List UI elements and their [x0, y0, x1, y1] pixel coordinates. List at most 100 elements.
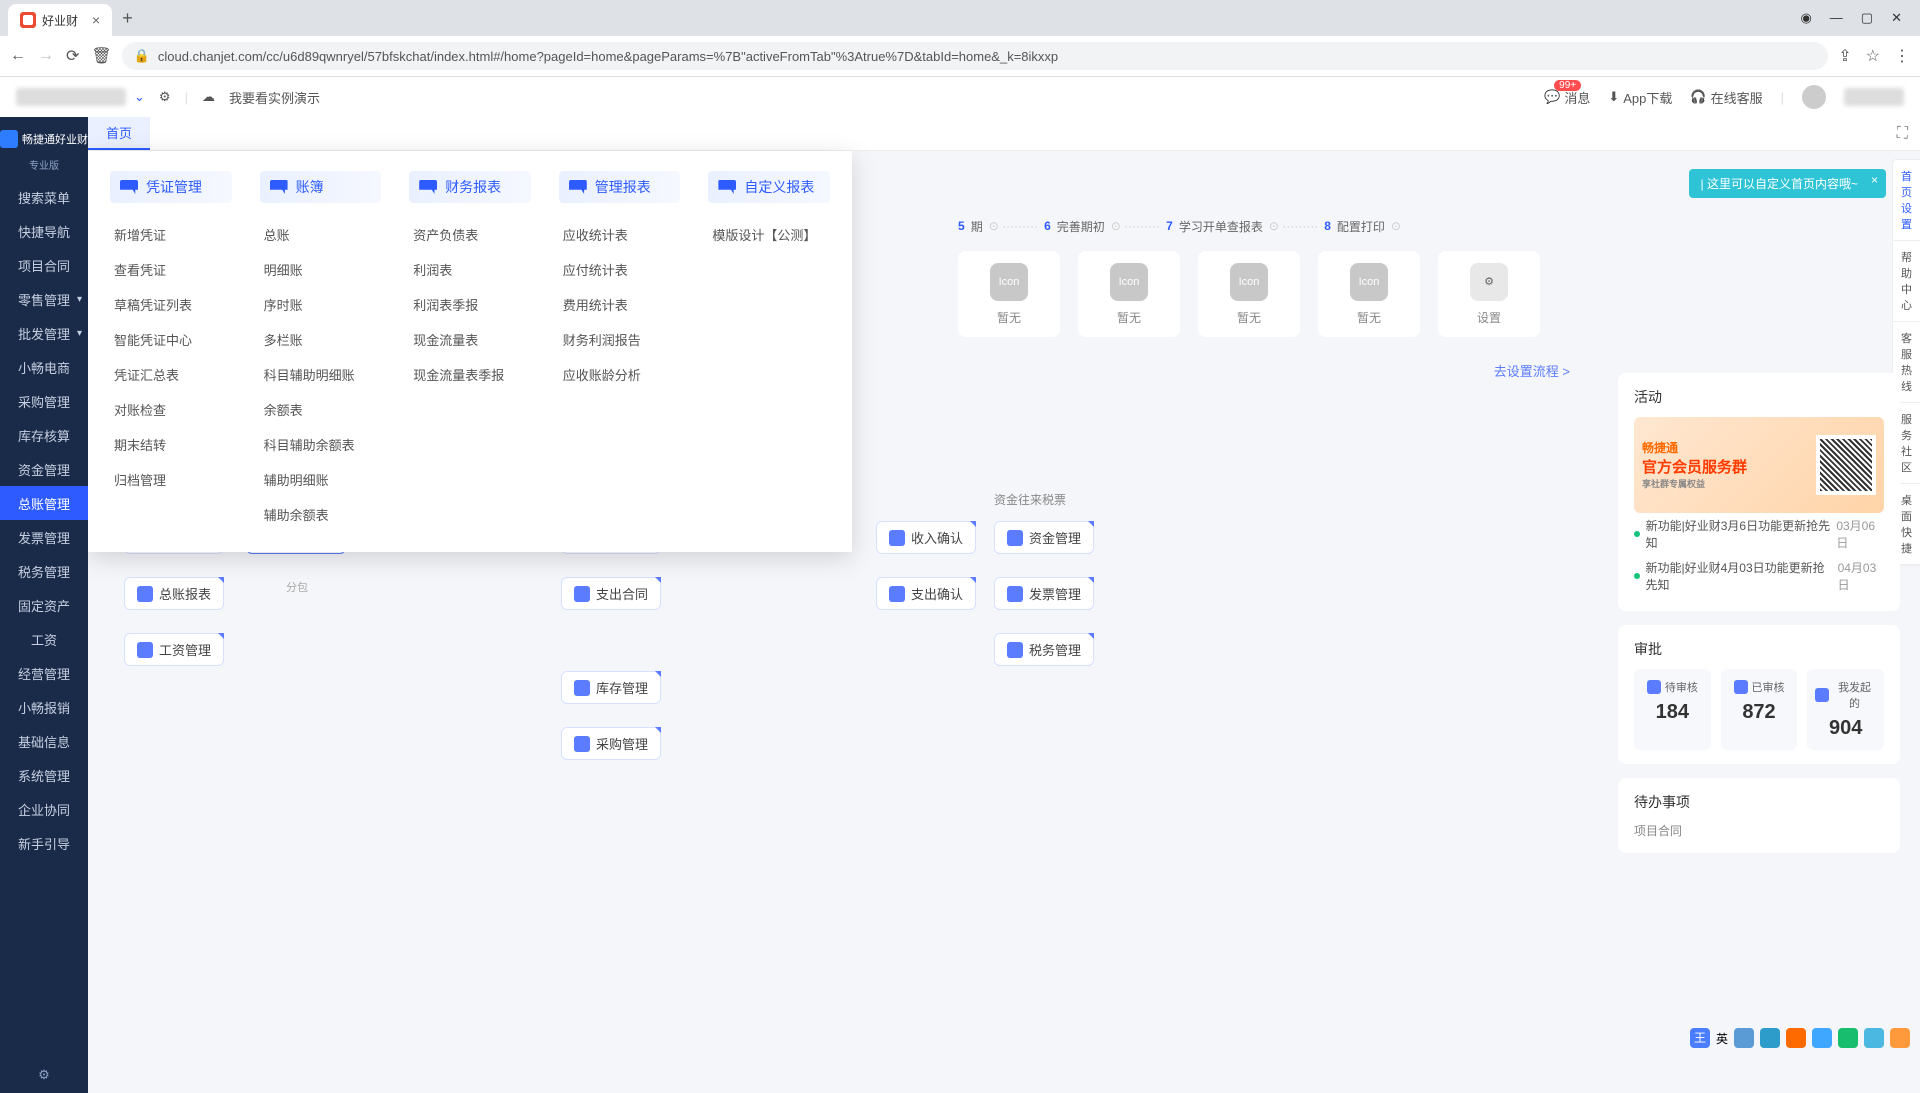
tip-close-icon[interactable]: ×	[1871, 173, 1878, 187]
tb-icon-5[interactable]	[1838, 1028, 1858, 1048]
approve-card[interactable]: 我发起的904	[1807, 669, 1884, 750]
mega-item[interactable]: 期末结转	[110, 427, 232, 462]
reload-icon[interactable]: ⟳	[66, 46, 79, 66]
settings-card[interactable]: ⚙设置	[1438, 251, 1540, 337]
gear-icon[interactable]: ⚙	[159, 89, 171, 105]
empty-card[interactable]: Icon暂无	[1198, 251, 1300, 337]
news-item[interactable]: 新功能|好业财3月6日功能更新抢先知03月06日	[1634, 513, 1884, 555]
node-purchase[interactable]: 采购管理	[561, 727, 661, 760]
browser-tab[interactable]: 好业财 ×	[8, 4, 112, 36]
flow-settings-link[interactable]: 去设置流程 >	[1494, 361, 1570, 380]
sidebar-item[interactable]: 采购管理	[0, 384, 88, 418]
maximize-icon[interactable]: ▢	[1861, 10, 1873, 26]
menu-icon[interactable]: ⋮	[1894, 46, 1910, 66]
empty-card[interactable]: Icon暂无	[1318, 251, 1420, 337]
mega-item[interactable]: 科目辅助余额表	[260, 427, 382, 462]
sidebar-item[interactable]: 系统管理	[0, 758, 88, 792]
sidebar-item[interactable]: 固定资产	[0, 588, 88, 622]
mega-item[interactable]: 凭证汇总表	[110, 357, 232, 392]
tb-icon-4[interactable]	[1812, 1028, 1832, 1048]
tb-icon-6[interactable]	[1864, 1028, 1884, 1048]
mega-item[interactable]: 利润表	[409, 252, 531, 287]
download-button[interactable]: ⬇ App下载	[1608, 88, 1672, 107]
back-icon[interactable]: ←	[10, 47, 26, 65]
empty-card[interactable]: Icon暂无	[1078, 251, 1180, 337]
approve-card[interactable]: 已审核872	[1721, 669, 1798, 750]
sidebar-item[interactable]: 快捷导航	[0, 214, 88, 248]
demo-link[interactable]: 我要看实例演示	[229, 88, 320, 107]
mega-item[interactable]: 应收账龄分析	[559, 357, 681, 392]
mega-item[interactable]: 查看凭证	[110, 252, 232, 287]
node-salary[interactable]: 工资管理	[124, 633, 224, 666]
mega-item[interactable]: 应付统计表	[559, 252, 681, 287]
mega-item[interactable]: 多栏账	[260, 322, 382, 357]
mega-item[interactable]: 对账检查	[110, 392, 232, 427]
sidebar-item[interactable]: 工资	[0, 622, 88, 656]
sidebar-item[interactable]: 批发管理▾	[0, 316, 88, 350]
ime-lang[interactable]: 英	[1716, 1030, 1728, 1047]
node-tax[interactable]: 税务管理	[994, 633, 1094, 666]
mega-item[interactable]: 序时账	[260, 287, 382, 322]
tb-icon-3[interactable]	[1786, 1028, 1806, 1048]
mega-item[interactable]: 模版设计【公测】	[708, 217, 830, 252]
node-stock[interactable]: 库存管理	[561, 671, 661, 704]
sidebar-item[interactable]: 资金管理	[0, 452, 88, 486]
sidebar-item[interactable]: 小畅电商	[0, 350, 88, 384]
mega-item[interactable]: 明细账	[260, 252, 382, 287]
node-fund[interactable]: 资金管理	[994, 521, 1094, 554]
node-invoice[interactable]: 发票管理	[994, 577, 1094, 610]
settings-gear-icon[interactable]: ⚙	[0, 1057, 88, 1093]
sidebar-item[interactable]: 企业协同	[0, 792, 88, 826]
mega-item[interactable]: 现金流量表	[409, 322, 531, 357]
sidebar-item[interactable]: 税务管理	[0, 554, 88, 588]
tb-icon-7[interactable]	[1890, 1028, 1910, 1048]
new-tab-button[interactable]: +	[122, 8, 133, 29]
share-icon[interactable]: ⇪	[1838, 46, 1851, 66]
forward-icon[interactable]: →	[38, 47, 54, 65]
sidebar-item[interactable]: 新手引导	[0, 826, 88, 860]
sidebar-item[interactable]: 总账管理	[0, 486, 88, 520]
node-ledger[interactable]: 总账报表	[124, 577, 224, 610]
mega-item[interactable]: 总账	[260, 217, 382, 252]
mega-item[interactable]: 费用统计表	[559, 287, 681, 322]
activity-banner[interactable]: 畅捷通 官方会员服务群 享社群专属权益	[1634, 417, 1884, 513]
sidebar-item[interactable]: 发票管理	[0, 520, 88, 554]
mega-item[interactable]: 现金流量表季报	[409, 357, 531, 392]
mega-item[interactable]: 财务利润报告	[559, 322, 681, 357]
mega-item[interactable]: 科目辅助明细账	[260, 357, 382, 392]
mega-item[interactable]: 辅助明细账	[260, 462, 382, 497]
mega-item[interactable]: 余额表	[260, 392, 382, 427]
ime-icon[interactable]: 王	[1690, 1028, 1710, 1048]
close-window-icon[interactable]: ✕	[1891, 10, 1902, 26]
tab-close-icon[interactable]: ×	[92, 12, 100, 28]
sidebar-item[interactable]: 库存核算	[0, 418, 88, 452]
tb-icon-1[interactable]	[1734, 1028, 1754, 1048]
mega-item[interactable]: 智能凭证中心	[110, 322, 232, 357]
mega-item[interactable]: 归档管理	[110, 462, 232, 497]
node-expense-confirm[interactable]: 支出确认	[876, 577, 976, 610]
right-tab[interactable]: 首页设置	[1893, 160, 1920, 241]
url-input[interactable]: 🔒 cloud.chanjet.com/cc/u6d89qwnryel/57bf…	[122, 42, 1829, 70]
sidebar-item[interactable]: 经营管理	[0, 656, 88, 690]
sidebar-item[interactable]: 项目合同	[0, 248, 88, 282]
sidebar-item[interactable]: 零售管理▾	[0, 282, 88, 316]
approve-card[interactable]: 待审核184	[1634, 669, 1711, 750]
delete-icon[interactable]: 🗑	[91, 46, 111, 66]
mega-item[interactable]: 资产负债表	[409, 217, 531, 252]
mega-item[interactable]: 应收统计表	[559, 217, 681, 252]
node-expense[interactable]: 支出合同	[561, 577, 661, 610]
news-item[interactable]: 新功能|好业财4月03日功能更新抢先知04月03日	[1634, 555, 1884, 597]
mega-item[interactable]: 草稿凭证列表	[110, 287, 232, 322]
star-icon[interactable]: ☆	[1866, 46, 1880, 66]
mega-item[interactable]: 利润表季报	[409, 287, 531, 322]
sidebar-item[interactable]: 基础信息	[0, 724, 88, 758]
service-button[interactable]: 🎧 在线客服	[1690, 88, 1762, 107]
empty-card[interactable]: Icon暂无	[958, 251, 1060, 337]
mega-item[interactable]: 新增凭证	[110, 217, 232, 252]
mega-item[interactable]: 辅助余额表	[260, 497, 382, 532]
company-selector[interactable]: ⌄	[16, 88, 145, 106]
fullscreen-icon[interactable]: ⛶	[1885, 125, 1920, 143]
tb-icon-2[interactable]	[1760, 1028, 1780, 1048]
tab-home[interactable]: 首页	[88, 117, 150, 150]
sidebar-item[interactable]: 小畅报销	[0, 690, 88, 724]
